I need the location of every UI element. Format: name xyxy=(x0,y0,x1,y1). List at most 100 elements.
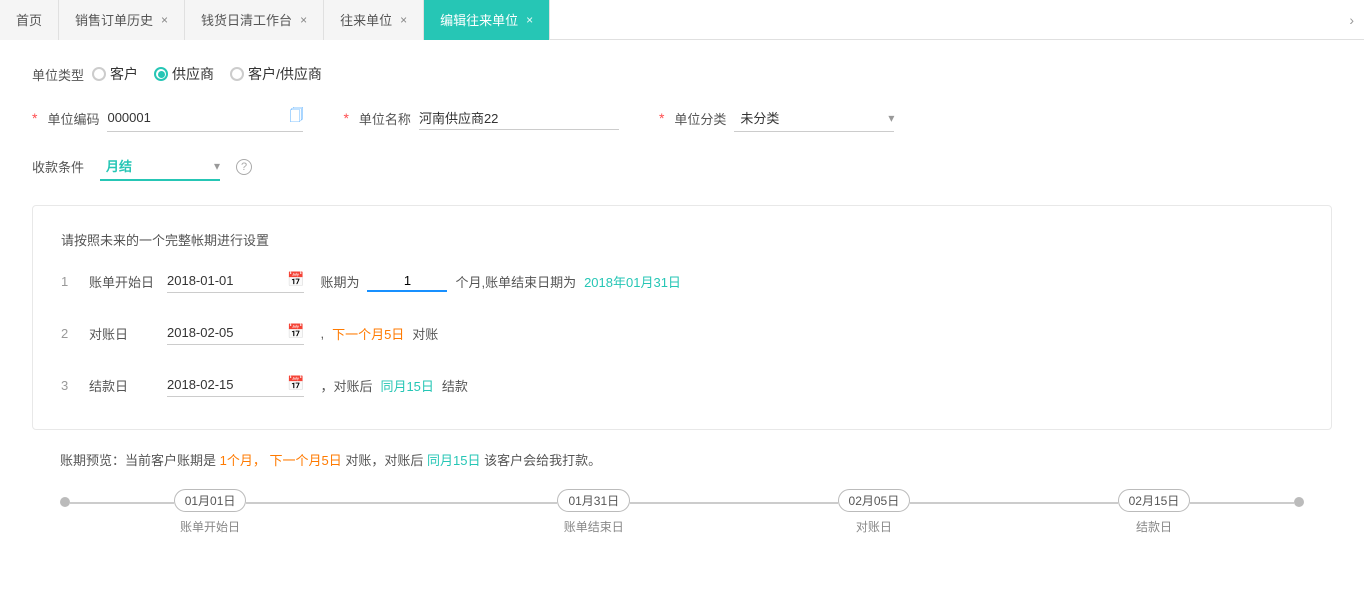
period-row-3: 3 结款日 📅 ，对账后 同月15日 结款 xyxy=(61,373,1303,397)
payment-date-calendar[interactable]: 📅 xyxy=(287,375,304,392)
timeline-start-dot xyxy=(60,497,70,507)
payment-date-input[interactable] xyxy=(167,373,287,394)
timeline-node-1: 01月01日 账单开始日 xyxy=(174,489,247,535)
timeline-start xyxy=(60,497,70,507)
unit-name-label: 单位名称 xyxy=(359,109,411,128)
payment-terms-chevron: ▾ xyxy=(214,159,220,173)
payment-terms-help[interactable]: ? xyxy=(236,159,252,175)
timeline-badge-2: 01月31日 xyxy=(557,489,630,512)
unit-name-group: * 单位名称 xyxy=(343,106,618,130)
unit-type-group: 单位类型 客户 供应商 客户/供应商 xyxy=(32,64,322,84)
tab-sales-history[interactable]: 销售订单历史 × xyxy=(59,0,185,40)
payment-terms-row: 收款条件 月结 ▾ ? xyxy=(32,152,1332,181)
unit-name-input[interactable] xyxy=(419,106,601,127)
tab-close-sales-history[interactable]: × xyxy=(161,13,168,27)
period-desc-2a: , xyxy=(320,326,324,341)
timeline-line-3 xyxy=(630,502,837,504)
unit-category-select[interactable]: 未分类 ▾ xyxy=(734,104,894,132)
radio-both[interactable]: 客户/供应商 xyxy=(230,64,322,84)
period-label-2: 对账日 xyxy=(89,324,159,343)
timeline-line-1 xyxy=(70,502,174,504)
period-label-3: 结款日 xyxy=(89,376,159,395)
period-desc-3b: 结款 xyxy=(442,376,468,395)
radio-both-circle xyxy=(230,67,244,81)
tab-cashflow[interactable]: 钱货日清工作台 × xyxy=(185,0,324,40)
start-date-input[interactable] xyxy=(167,269,287,290)
timeline-badge-4: 02月15日 xyxy=(1118,489,1191,512)
preview-reconcile: 下一个月5日 xyxy=(270,453,342,468)
timeline-node-2: 01月31日 账单结束日 xyxy=(557,489,630,535)
unit-code-input[interactable] xyxy=(107,106,289,127)
period-num-2: 2 xyxy=(61,326,81,341)
radio-supplier[interactable]: 供应商 xyxy=(154,64,214,84)
timeline-label-1: 账单开始日 xyxy=(180,518,240,535)
unit-type-label: 单位类型 xyxy=(32,65,84,84)
period-desc-3a: ，对账后 xyxy=(320,376,372,395)
unit-category-chevron: ▾ xyxy=(888,111,894,125)
timeline-line-4 xyxy=(910,502,1117,504)
tab-close-partner[interactable]: × xyxy=(400,13,407,27)
unit-code-label: 单位编码 xyxy=(47,109,99,128)
timeline-label-2: 账单结束日 xyxy=(564,518,624,535)
period-num-3: 3 xyxy=(61,378,81,393)
settings-card: 请按照未来的一个完整帐期进行设置 1 账单开始日 📅 账期为 个月,账单结束日期… xyxy=(32,205,1332,430)
tab-close-edit-partner[interactable]: × xyxy=(526,13,533,27)
preview-payment: 同月15日 xyxy=(427,453,480,468)
period-desc-2b: 对账 xyxy=(412,324,438,343)
start-date-calendar[interactable]: 📅 xyxy=(287,271,304,288)
radio-customer[interactable]: 客户 xyxy=(92,64,138,84)
preview-period: 1个月， xyxy=(220,453,266,468)
card-instruction: 请按照未来的一个完整帐期进行设置 xyxy=(61,230,1303,249)
timeline-label-3: 对账日 xyxy=(856,518,892,535)
unit-type-row: 单位类型 客户 供应商 客户/供应商 xyxy=(32,64,1332,84)
timeline-label-4: 结款日 xyxy=(1136,518,1172,535)
timeline-badge-1: 01月01日 xyxy=(174,489,247,512)
unit-code-field: 🗍 xyxy=(107,105,303,132)
unit-name-required: * xyxy=(343,110,348,126)
tab-scroll-arrow[interactable]: › xyxy=(1339,0,1364,40)
unit-category-group: * 单位分类 未分类 ▾ xyxy=(659,104,894,132)
tabs-bar: 首页 销售订单历史 × 钱货日清工作台 × 往来单位 × 编辑往来单位 × › xyxy=(0,0,1364,40)
period-months-input[interactable] xyxy=(367,271,447,292)
timeline-badge-3: 02月05日 xyxy=(838,489,911,512)
timeline-end-dot xyxy=(1294,497,1304,507)
payment-highlight: 同月15日 xyxy=(380,376,433,395)
unit-category-label: 单位分类 xyxy=(674,109,726,128)
reconcile-highlight: 下一个月5日 xyxy=(332,324,404,343)
tab-edit-partner[interactable]: 编辑往来单位 × xyxy=(424,0,550,40)
tab-close-cashflow[interactable]: × xyxy=(300,13,307,27)
start-date-field: 📅 xyxy=(167,269,304,293)
period-desc-1a: 账期为 xyxy=(320,272,359,291)
unit-code-group: * 单位编码 🗍 xyxy=(32,105,303,132)
payment-terms-select[interactable]: 月结 ▾ xyxy=(100,152,220,181)
preview-text: 账期预览：当前客户账期是 1个月， 下一个月5日 对账，对账后 同月15日 该客… xyxy=(60,450,1304,469)
timeline-line-2 xyxy=(246,502,557,504)
period-desc-1b: 个月,账单结束日期为 xyxy=(455,272,576,291)
unit-info-row: * 单位编码 🗍 * 单位名称 * 单位分类 未分类 ▾ xyxy=(32,104,1332,132)
tab-home[interactable]: 首页 xyxy=(0,0,59,40)
unit-category-required: * xyxy=(659,110,664,126)
period-label-1: 账单开始日 xyxy=(89,272,159,291)
reconcile-date-field: 📅 xyxy=(167,321,304,345)
unit-name-field xyxy=(419,106,619,130)
unit-type-radios: 客户 供应商 客户/供应商 xyxy=(92,64,322,84)
unit-code-icon[interactable]: 🗍 xyxy=(289,105,303,129)
unit-code-required: * xyxy=(32,110,37,126)
main-content: 单位类型 客户 供应商 客户/供应商 * 单位编码 xyxy=(0,40,1364,608)
payment-date-field: 📅 xyxy=(167,373,304,397)
preview-section: 账期预览：当前客户账期是 1个月， 下一个月5日 对账，对账后 同月15日 该客… xyxy=(32,450,1332,539)
timeline-end xyxy=(1294,497,1304,507)
reconcile-date-input[interactable] xyxy=(167,321,287,342)
radio-supplier-circle xyxy=(154,67,168,81)
timeline-line-5 xyxy=(1190,502,1294,504)
period-num-1: 1 xyxy=(61,274,81,289)
timeline-node-4: 02月15日 结款日 xyxy=(1118,489,1191,535)
tab-partner[interactable]: 往来单位 × xyxy=(324,0,424,40)
radio-customer-circle xyxy=(92,67,106,81)
reconcile-date-calendar[interactable]: 📅 xyxy=(287,323,304,340)
period-end-date: 2018年01月31日 xyxy=(584,272,681,291)
timeline-node-3: 02月05日 对账日 xyxy=(838,489,911,535)
payment-terms-label: 收款条件 xyxy=(32,157,84,176)
period-row-2: 2 对账日 📅 , 下一个月5日 对账 xyxy=(61,321,1303,345)
period-row-1: 1 账单开始日 📅 账期为 个月,账单结束日期为 2018年01月31日 xyxy=(61,269,1303,293)
